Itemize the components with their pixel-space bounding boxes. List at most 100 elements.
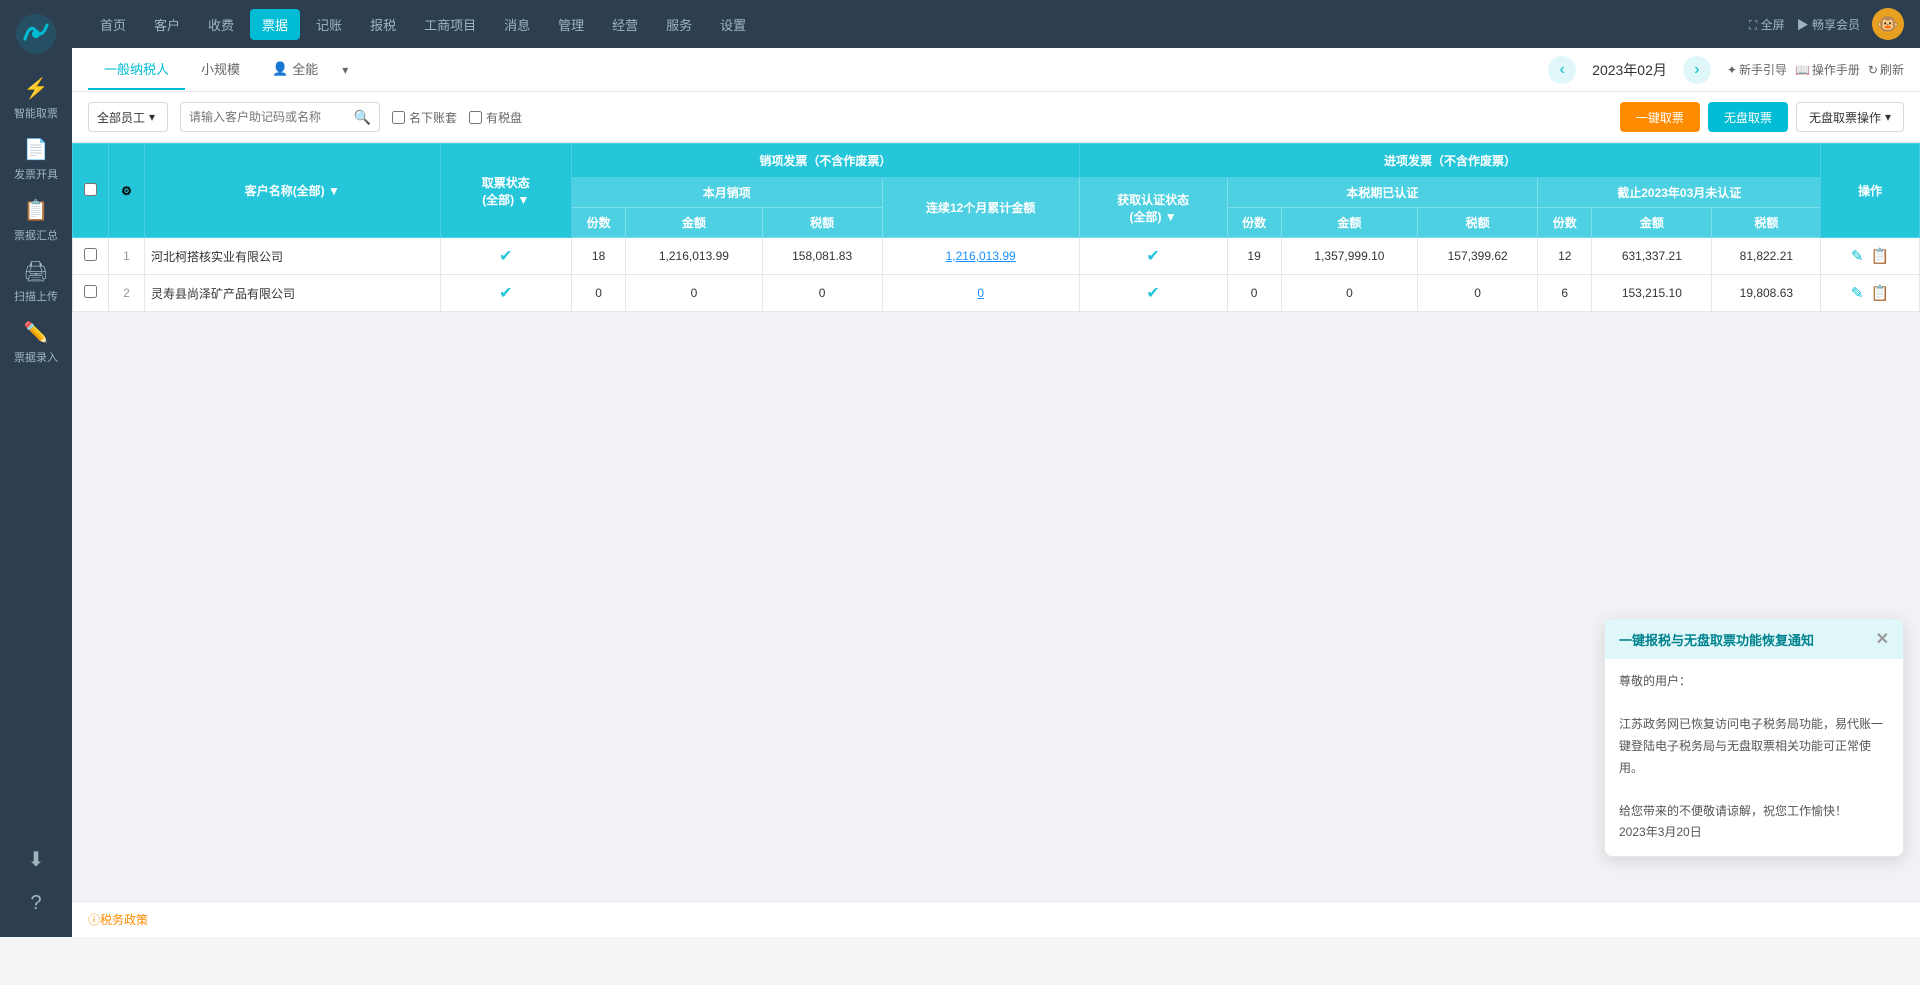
th-sales-amount: 金额 bbox=[626, 208, 762, 238]
bottom-bar: ⓘ 税务政策 bbox=[72, 901, 1920, 937]
nav-business[interactable]: 工商项目 bbox=[412, 9, 488, 40]
nav-home[interactable]: 首页 bbox=[88, 9, 138, 40]
row-pd-amount: 153,215.10 bbox=[1592, 275, 1712, 312]
row-sales-tax: 0 bbox=[762, 275, 882, 312]
row-actions: ✎ 📋 bbox=[1821, 275, 1920, 312]
tab-more-button[interactable]: ▾ bbox=[334, 53, 356, 87]
manual-link[interactable]: 📖 操作手册 bbox=[1795, 61, 1860, 78]
named-accounts-checkbox[interactable] bbox=[392, 111, 405, 124]
table-row: 2 灵寿县尚泽矿产品有限公司 ✔ 0 0 0 0 ✔ 0 0 0 6 153,2… bbox=[73, 275, 1920, 312]
nav-tax[interactable]: 报税 bbox=[358, 9, 408, 40]
select-all-checkbox[interactable] bbox=[84, 183, 97, 196]
row-pd-amount: 631,337.21 bbox=[1592, 238, 1712, 275]
edit-icon[interactable]: ✎ bbox=[1851, 285, 1864, 302]
edit-icon[interactable]: ✎ bbox=[1851, 248, 1864, 265]
data-entry-icon: ✏️ bbox=[24, 320, 49, 345]
notif-close-button[interactable]: ✕ bbox=[1876, 629, 1889, 649]
row-sales-count: 18 bbox=[571, 238, 625, 275]
th-pd-amount: 金额 bbox=[1592, 208, 1712, 238]
row-pd-count: 12 bbox=[1538, 238, 1592, 275]
table-container: ⚙ 客户名称(全部) ▼ 取票状态(全部) ▼ 销项发票（不含作废票） 进项发票… bbox=[72, 143, 1920, 312]
tab-general[interactable]: 一般纳税人 bbox=[88, 49, 185, 90]
main-table: ⚙ 客户名称(全部) ▼ 取票状态(全部) ▼ 销项发票（不含作废票） 进项发票… bbox=[72, 143, 1920, 312]
sidebar: ⚡ 智能取票 📄 发票开具 📋 票据汇总 🖨 扫描上传 ✏️ 票据录入 ⬇ ? bbox=[0, 0, 72, 937]
row-index: 2 bbox=[109, 275, 145, 312]
th-checkbox bbox=[73, 144, 109, 238]
help-button[interactable]: ? bbox=[18, 885, 54, 921]
nav-collection[interactable]: 收费 bbox=[196, 9, 246, 40]
row-checkbox[interactable] bbox=[73, 275, 109, 312]
checkbox-named-accounts[interactable]: 名下账套 bbox=[392, 109, 457, 126]
row-pp-amount: 1,357,999.10 bbox=[1281, 238, 1417, 275]
table-row: 1 河北柯搭核实业有限公司 ✔ 18 1,216,013.99 158,081.… bbox=[73, 238, 1920, 275]
nav-settings[interactable]: 设置 bbox=[708, 9, 758, 40]
no-disk-more-button[interactable]: 无盘取票操作 ▾ bbox=[1796, 102, 1904, 132]
row-fetch-status: ✔ bbox=[440, 275, 571, 312]
row-purchase-status: ✔ bbox=[1079, 275, 1227, 312]
fullscreen-button[interactable]: ⛶ 全屏 bbox=[1749, 16, 1785, 33]
nav-accounting[interactable]: 记账 bbox=[304, 9, 354, 40]
notification-popup: 一键报税与无盘取票功能恢复通知 ✕ 尊敬的用户：江苏政务网已恢复访问电子税务局功… bbox=[1604, 618, 1904, 857]
row-sales-tax: 158,081.83 bbox=[762, 238, 882, 275]
row-sales-12months: 1,216,013.99 bbox=[882, 238, 1079, 275]
nav-customer[interactable]: 客户 bbox=[142, 9, 192, 40]
notif-body: 尊敬的用户：江苏政务网已恢复访问电子税务局功能，易代账一键登陆电子税务局与无盘取… bbox=[1605, 659, 1903, 856]
no-disk-fetch-button[interactable]: 无盘取票 bbox=[1708, 102, 1788, 132]
row-pp-amount: 0 bbox=[1281, 275, 1417, 312]
th-customer-name: 客户名称(全部) ▼ bbox=[145, 144, 441, 238]
smart-fetch-icon: ⚡ bbox=[24, 76, 49, 101]
topnav-right: ⛶ 全屏 ▶ 畅享会员 🐵 bbox=[1749, 8, 1904, 40]
user-avatar[interactable]: 🐵 bbox=[1872, 8, 1904, 40]
th-settings[interactable]: ⚙ bbox=[109, 144, 145, 238]
row-customer-name: 河北柯搭核实业有限公司 bbox=[145, 238, 441, 275]
checkbox-has-disk[interactable]: 有税盘 bbox=[469, 109, 522, 126]
sidebar-item-data-entry[interactable]: ✏️ 票据录入 bbox=[0, 312, 72, 373]
search-input[interactable] bbox=[189, 110, 350, 124]
row-customer-name: 灵寿县尚泽矿产品有限公司 bbox=[145, 275, 441, 312]
prev-month-button[interactable]: ‹ bbox=[1548, 56, 1576, 84]
detail-icon[interactable]: 📋 bbox=[1871, 285, 1890, 302]
detail-icon[interactable]: 📋 bbox=[1871, 248, 1890, 265]
th-pp-count: 份数 bbox=[1227, 208, 1281, 238]
nav-operation[interactable]: 经营 bbox=[600, 9, 650, 40]
has-disk-checkbox[interactable] bbox=[469, 111, 482, 124]
nav-invoice[interactable]: 票据 bbox=[250, 9, 300, 40]
nav-message[interactable]: 消息 bbox=[492, 9, 542, 40]
row-sales-amount: 0 bbox=[626, 275, 762, 312]
sidebar-item-scan-upload[interactable]: 🖨 扫描上传 bbox=[0, 251, 72, 312]
th-fetch-status: 取票状态(全部) ▼ bbox=[440, 144, 571, 238]
app-logo[interactable] bbox=[10, 8, 62, 60]
refresh-link[interactable]: ↻ 刷新 bbox=[1868, 61, 1904, 78]
search-box: 🔍 bbox=[180, 102, 380, 132]
nav-manage[interactable]: 管理 bbox=[546, 9, 596, 40]
row-sales-count: 0 bbox=[571, 275, 625, 312]
one-key-fetch-button[interactable]: 一键取票 bbox=[1620, 102, 1700, 132]
row-pd-tax: 81,822.21 bbox=[1712, 238, 1821, 275]
download-button[interactable]: ⬇ bbox=[18, 841, 54, 877]
new-guide-link[interactable]: ✦ 新手引导 bbox=[1727, 61, 1787, 78]
row-purchase-status: ✔ bbox=[1079, 238, 1227, 275]
th-pp-tax: 税额 bbox=[1418, 208, 1538, 238]
sidebar-item-invoice-open[interactable]: 📄 发票开具 bbox=[0, 129, 72, 190]
search-icon[interactable]: 🔍 bbox=[354, 109, 371, 126]
th-sales-12months: 连续12个月累计金额 bbox=[882, 178, 1079, 238]
tab-actions: ✦ 新手引导 📖 操作手册 ↻ 刷新 bbox=[1727, 61, 1904, 78]
sidebar-item-smart-fetch[interactable]: ⚡ 智能取票 bbox=[0, 68, 72, 129]
row-checkbox[interactable] bbox=[73, 238, 109, 275]
member-button[interactable]: ▶ 畅享会员 bbox=[1797, 16, 1860, 33]
row-fetch-status: ✔ bbox=[440, 238, 571, 275]
tab-small[interactable]: 小规模 bbox=[185, 49, 256, 90]
next-month-button[interactable]: › bbox=[1683, 56, 1711, 84]
row-sales-amount: 1,216,013.99 bbox=[626, 238, 762, 275]
th-pd-tax: 税额 bbox=[1712, 208, 1821, 238]
row-index: 1 bbox=[109, 238, 145, 275]
th-purchase-group: 进项发票（不含作废票） bbox=[1079, 144, 1821, 178]
th-pp-amount: 金额 bbox=[1281, 208, 1417, 238]
employee-filter[interactable]: 全部员工 ▾ bbox=[88, 102, 168, 132]
th-pd-count: 份数 bbox=[1538, 208, 1592, 238]
th-action: 操作 bbox=[1821, 144, 1920, 238]
tax-policy-link[interactable]: 税务政策 bbox=[100, 911, 148, 928]
tab-all[interactable]: 👤 全能 bbox=[256, 49, 334, 90]
sidebar-item-invoice-summary[interactable]: 📋 票据汇总 bbox=[0, 190, 72, 251]
nav-service[interactable]: 服务 bbox=[654, 9, 704, 40]
